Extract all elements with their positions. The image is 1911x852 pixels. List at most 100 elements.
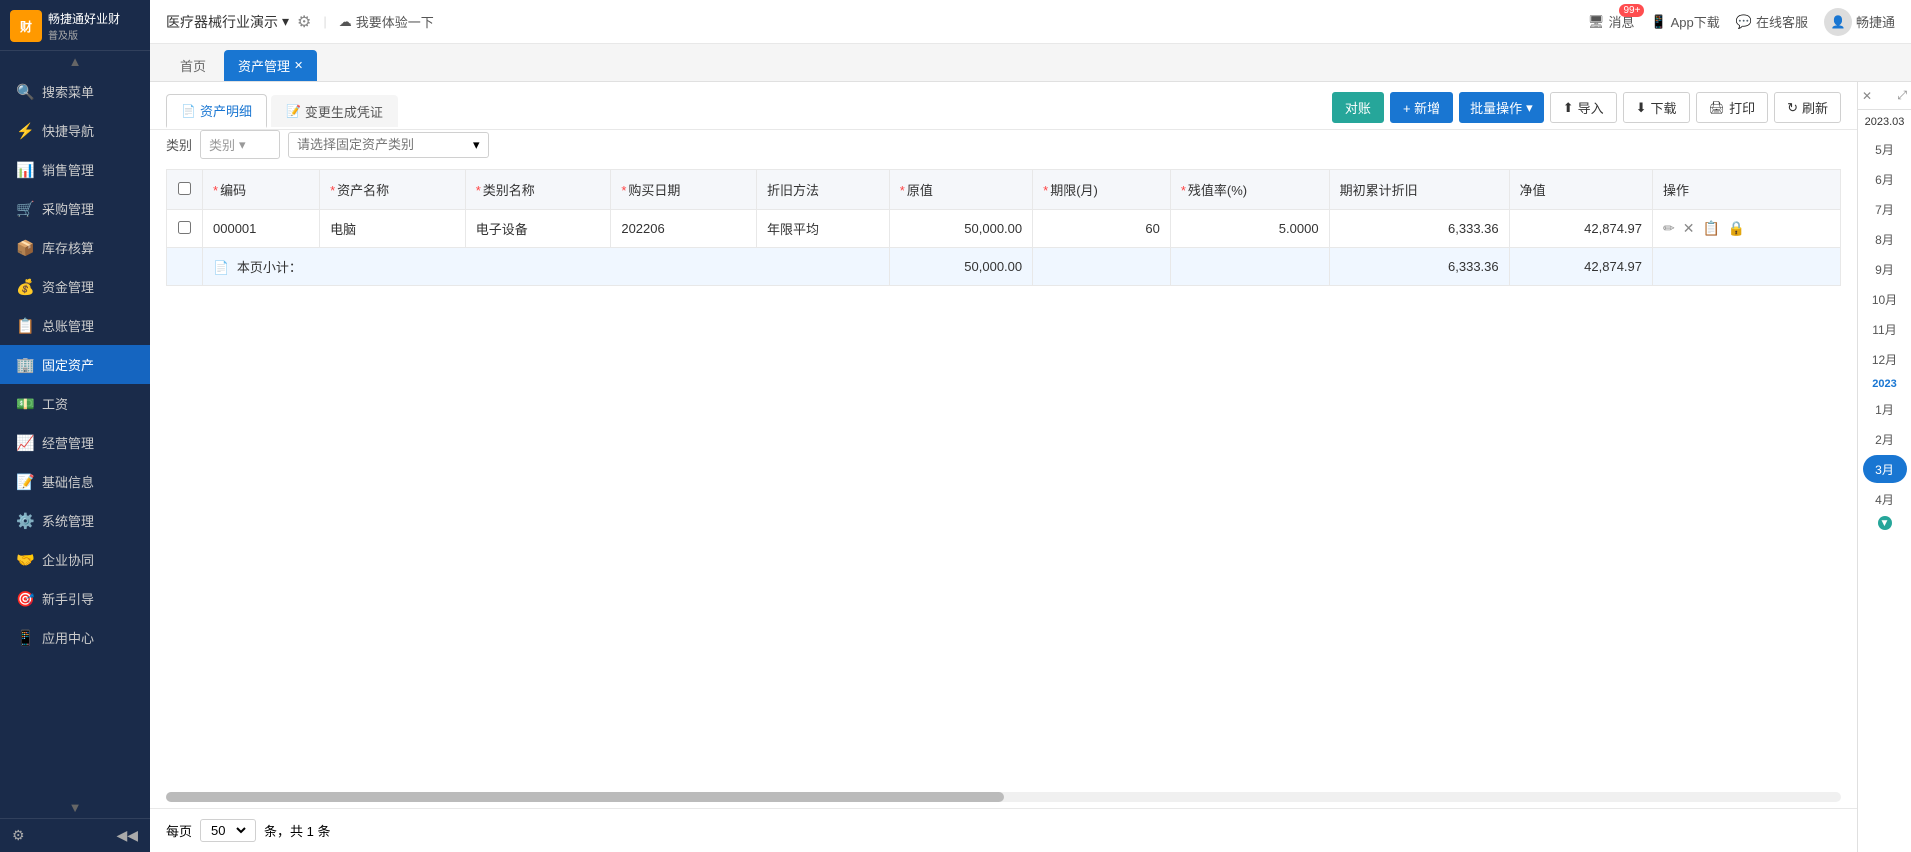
sidebar-scroll-up[interactable]: ▲ xyxy=(0,51,150,72)
company-dropdown-icon: ▾ xyxy=(282,13,289,30)
sidebar-item-salary[interactable]: 💵工资 xyxy=(0,384,150,423)
sidebar-item-label-enterprise: 企业协同 xyxy=(42,550,94,569)
copy-icon[interactable]: 📋 xyxy=(1702,220,1719,237)
collapse-icon[interactable]: ◀◀ xyxy=(116,827,138,844)
subtotal-label: 📄 本页小计： xyxy=(203,248,890,286)
scrollbar-thumb[interactable] xyxy=(166,792,1004,802)
filter-dropdown-icon: ▾ xyxy=(473,137,480,153)
notifications-item[interactable]: 🖥 消息 99+ xyxy=(1588,12,1635,31)
sidebar-item-label-fixed-assets: 固定资产 xyxy=(42,355,94,374)
category-filter-input-wrap[interactable]: ▾ xyxy=(288,132,489,158)
sidebar-item-guide[interactable]: 🎯新手引导 xyxy=(0,579,150,618)
download-button[interactable]: ⬇ 下载 xyxy=(1623,92,1690,123)
export-button[interactable]: ⬆ 导入 xyxy=(1550,92,1617,123)
sidebar-item-quick-nav[interactable]: ⚡快捷导航 xyxy=(0,111,150,150)
tab-asset-mgmt[interactable]: 资产管理 ✕ xyxy=(224,50,317,81)
app-download-item[interactable]: 📱 App下载 xyxy=(1650,12,1719,31)
total-label: 条，共 1 条 xyxy=(264,821,330,840)
tab-home[interactable]: 首页 xyxy=(166,50,220,81)
download-icon: 📱 xyxy=(1650,14,1666,30)
category-filter-label: 类别 xyxy=(166,135,192,154)
sidebar-item-capital[interactable]: 💰资金管理 xyxy=(0,267,150,306)
sidebar-item-label-quick-nav: 快捷导航 xyxy=(42,121,94,140)
sidebar-item-fixed-assets[interactable]: 🏢固定资产 xyxy=(0,345,150,384)
new-label: + 新增 xyxy=(1403,98,1440,117)
month-1[interactable]: 1月 xyxy=(1863,395,1907,423)
sub-tabs: 📄 资产明细 📝 变更生成凭证 对账 + 新增 批量操作 xyxy=(150,82,1857,130)
edit-icon[interactable]: ✏ xyxy=(1663,220,1675,237)
th-purchase-date: *购买日期 xyxy=(611,170,757,210)
tab-close-icon[interactable]: ✕ xyxy=(294,59,303,72)
guide-icon: 🎯 xyxy=(16,590,34,608)
delete-icon[interactable]: ✕ xyxy=(1683,220,1695,237)
refresh-button[interactable]: ↻ 刷新 xyxy=(1774,92,1841,123)
online-service-item[interactable]: 💬 在线客服 xyxy=(1736,12,1808,31)
page-size-select[interactable]: 50 100 xyxy=(200,819,256,842)
download-label: 下载 xyxy=(1651,98,1677,117)
month-7[interactable]: 7月 xyxy=(1863,195,1907,223)
category-filter-input[interactable] xyxy=(297,137,473,152)
right-panel: ✕ ⤢ 2023.03 5月 6月 7月 8月 9月 10月 11月 12月 2… xyxy=(1857,82,1911,852)
th-category: *类别名称 xyxy=(465,170,611,210)
tab-home-label: 首页 xyxy=(180,59,206,74)
batch-button[interactable]: 批量操作 ▾ xyxy=(1459,92,1544,123)
sidebar-item-system[interactable]: ⚙️系统管理 xyxy=(0,501,150,540)
row-checkbox[interactable] xyxy=(178,221,191,234)
print-button[interactable]: 🖨 打印 xyxy=(1696,92,1769,123)
sidebar-item-basic-info[interactable]: 📝基础信息 xyxy=(0,462,150,501)
sidebar-item-operations[interactable]: 📈经营管理 xyxy=(0,423,150,462)
sidebar-item-search[interactable]: 🔍搜索菜单 xyxy=(0,72,150,111)
experience-button[interactable]: ☁ 我要体验一下 xyxy=(339,12,434,31)
horizontal-scrollbar[interactable] xyxy=(166,792,1841,802)
sub-tab-change-voucher-label: 变更生成凭证 xyxy=(305,102,383,121)
new-button[interactable]: + 新增 xyxy=(1390,92,1453,123)
sidebar-item-inventory[interactable]: 📦库存核算 xyxy=(0,228,150,267)
sub-tab-change-voucher[interactable]: 📝 变更生成凭证 xyxy=(271,95,398,127)
sidebar-scroll-down[interactable]: ▼ xyxy=(0,797,150,818)
month-10[interactable]: 10月 xyxy=(1863,285,1907,313)
close-panel-icon[interactable]: ✕ xyxy=(1862,89,1872,103)
select-all-checkbox[interactable] xyxy=(178,182,191,195)
month-5[interactable]: 5月 xyxy=(1863,135,1907,163)
sidebar-item-enterprise[interactable]: 🤝企业协同 xyxy=(0,540,150,579)
month-2[interactable]: 2月 xyxy=(1863,425,1907,453)
th-accumulated-depreciation: 期初累计折旧 xyxy=(1329,170,1509,210)
company-name: 医疗器械行业演示 xyxy=(166,12,278,32)
service-icon: 💬 xyxy=(1736,14,1752,30)
month-8[interactable]: 8月 xyxy=(1863,225,1907,253)
sidebar-item-label-sales: 销售管理 xyxy=(42,160,94,179)
company-selector[interactable]: 医疗器械行业演示 ▾ xyxy=(166,12,289,32)
settings-icon[interactable]: ⚙ xyxy=(12,827,25,844)
subtotal-residual-empty xyxy=(1170,248,1329,286)
month-9[interactable]: 9月 xyxy=(1863,255,1907,283)
row-name: 电脑 xyxy=(320,210,466,248)
batch-label: 批量操作 xyxy=(1470,98,1522,117)
app-download-label: App下载 xyxy=(1671,12,1720,31)
page-size-dropdown[interactable]: 50 100 xyxy=(207,822,249,839)
sub-tab-asset-detail[interactable]: 📄 资产明细 xyxy=(166,94,267,128)
table-header-row: *编码 *资产名称 *类别名称 *购买日期 折旧方法 *原值 *期限(月) *残… xyxy=(167,170,1841,210)
reconcile-button[interactable]: 对账 xyxy=(1332,92,1384,123)
sidebar-item-app-center[interactable]: 📱应用中心 xyxy=(0,618,150,657)
user-item[interactable]: 👤 畅捷通 xyxy=(1824,8,1895,36)
month-3-current[interactable]: 3月 xyxy=(1863,455,1907,483)
expand-panel-icon[interactable]: ⤢ xyxy=(1897,88,1907,103)
row-code: 000001 xyxy=(203,210,320,248)
sidebar-item-purchase[interactable]: 🛒采购管理 xyxy=(0,189,150,228)
sidebar-item-label-basic-info: 基础信息 xyxy=(42,472,94,491)
scroll-indicator[interactable]: ▼ xyxy=(1878,516,1892,530)
sales-icon: 📊 xyxy=(16,161,34,179)
download-icon: ⬇ xyxy=(1636,100,1647,116)
sidebar-item-label-ledger: 总账管理 xyxy=(42,316,94,335)
gear-button[interactable]: ⚙ xyxy=(297,12,311,32)
category-type-select[interactable]: 类别 ▾ xyxy=(200,130,280,159)
sidebar-item-ledger[interactable]: 📋总账管理 xyxy=(0,306,150,345)
sidebar-item-sales[interactable]: 📊 销售管理 xyxy=(0,150,150,189)
more-icon[interactable]: 🔒 xyxy=(1728,220,1745,237)
month-4[interactable]: 4月 xyxy=(1863,485,1907,513)
th-code: *编码 xyxy=(203,170,320,210)
sidebar-bottom: ⚙ ◀◀ xyxy=(0,818,150,852)
month-6[interactable]: 6月 xyxy=(1863,165,1907,193)
month-12[interactable]: 12月 xyxy=(1863,345,1907,373)
month-11[interactable]: 11月 xyxy=(1863,315,1907,343)
